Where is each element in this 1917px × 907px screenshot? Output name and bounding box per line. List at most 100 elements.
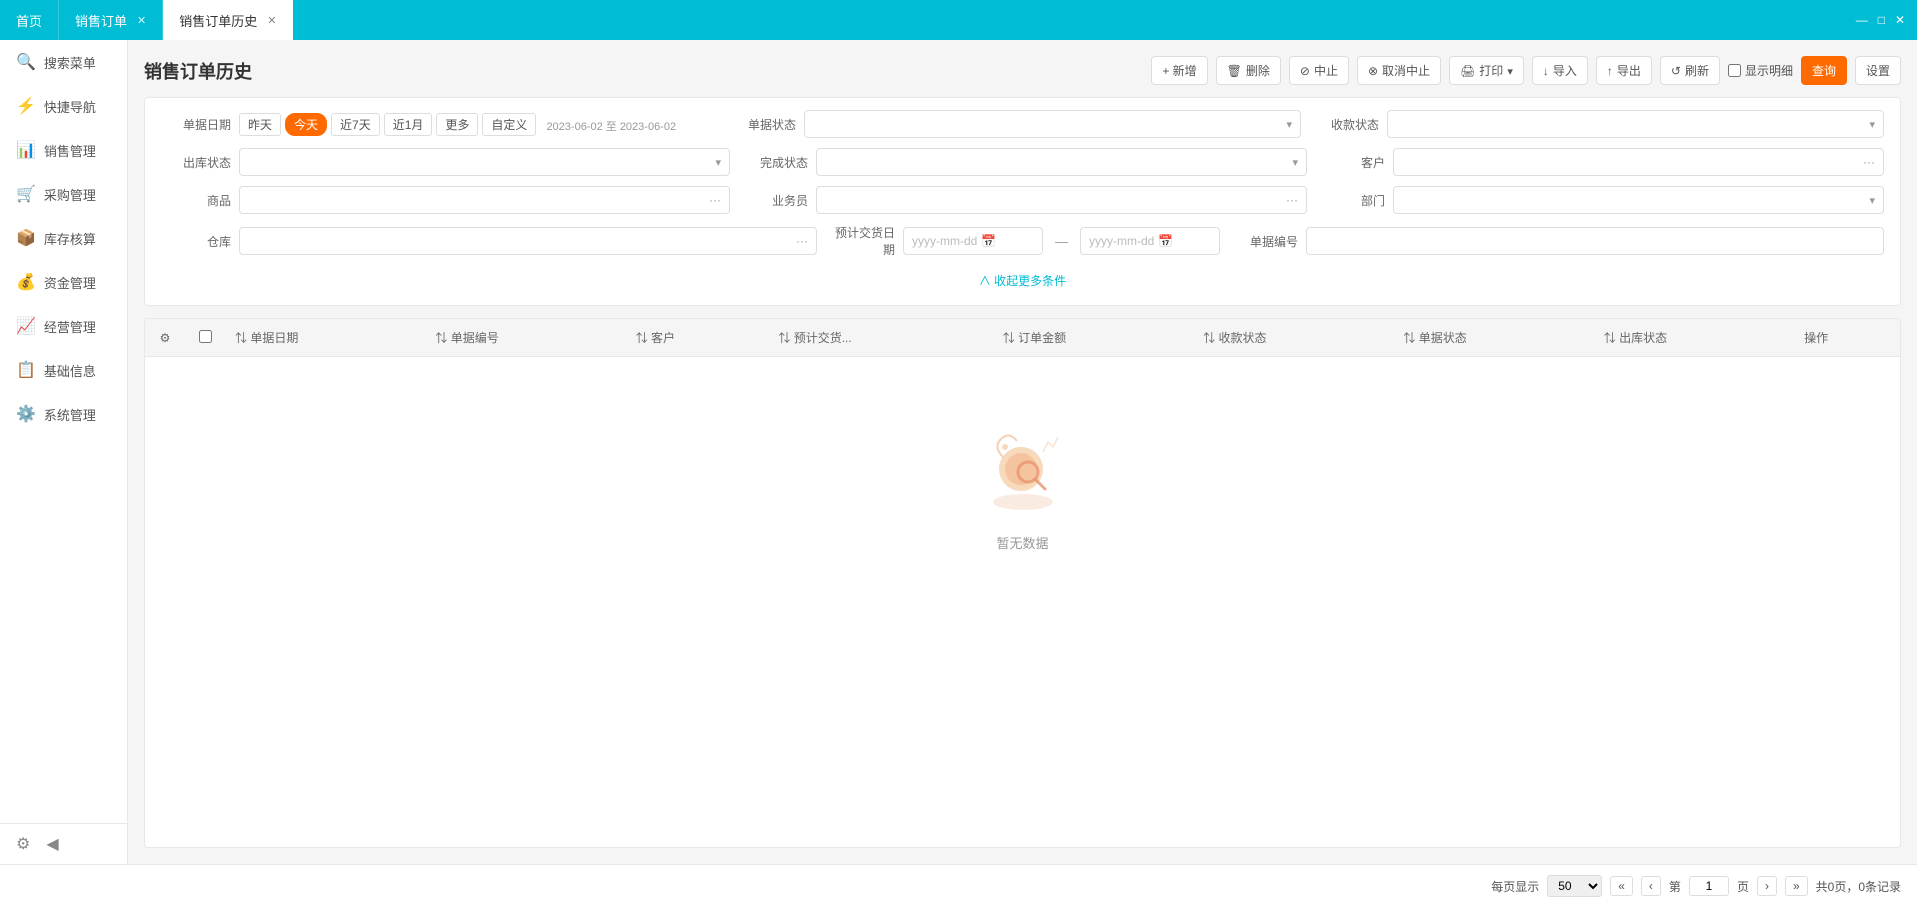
customer-ellipsis-icon: ···: [1863, 155, 1875, 169]
sort-icon-out-status[interactable]: ⇅: [1604, 331, 1616, 345]
stop-button[interactable]: ⊘ 中止: [1289, 56, 1349, 85]
sidebar-item-quick-nav[interactable]: ⚡ 快捷导航: [0, 84, 127, 128]
sort-icon-amount[interactable]: ⇅: [1003, 331, 1015, 345]
sidebar-item-basic-info[interactable]: 📋 基础信息: [0, 348, 127, 392]
stop-icon: ⊘: [1300, 64, 1310, 78]
page-header: 销售订单历史 + 新增 🗑 删除 ⊘ 中止 ⊗ 取消中止 🖨: [144, 56, 1901, 85]
sort-icon-customer[interactable]: ⇅: [636, 331, 648, 345]
print-arrow-icon: [1507, 64, 1513, 78]
sidebar-item-purchase-mgmt[interactable]: 🛒 采购管理: [0, 172, 127, 216]
select-all-checkbox[interactable]: [199, 330, 212, 343]
filter-panel: 单据日期 昨天 今天 近7天 近1月: [144, 97, 1901, 306]
page-number-input[interactable]: [1689, 876, 1729, 896]
table-settings-icon[interactable]: ⚙: [160, 331, 171, 345]
show-details-input[interactable]: [1728, 64, 1741, 77]
th-out-status: ⇅ 出库状态: [1594, 319, 1794, 357]
date-btn-7days[interactable]: 近7天: [331, 113, 380, 136]
order-status-chevron: [1286, 117, 1292, 131]
page-title: 销售订单历史: [144, 58, 252, 84]
next-page-btn[interactable]: ›: [1757, 876, 1777, 896]
filter-row-2: 出库状态 完成状态 客户 ···: [161, 148, 1884, 176]
empty-text: 暂无数据: [996, 533, 1048, 552]
product-label: 商品: [161, 192, 231, 209]
cancel-stop-button[interactable]: ⊗ 取消中止: [1357, 56, 1441, 85]
refresh-button[interactable]: ↺ 刷新: [1660, 56, 1720, 85]
delivery-date-end[interactable]: yyyy-mm-dd 📅: [1080, 227, 1220, 255]
sidebar-item-inventory[interactable]: 📦 库存核算: [0, 216, 127, 260]
export-button[interactable]: ↑ 导出: [1596, 56, 1652, 85]
salesperson-label: 业务员: [738, 192, 808, 209]
top-bar-right: — □ ✕: [1856, 0, 1917, 40]
collapse-btn[interactable]: ∧ 收起更多条件: [975, 268, 1070, 293]
sidebar-item-sales-mgmt[interactable]: 📊 销售管理: [0, 128, 127, 172]
filter-row-1: 单据日期 昨天 今天 近7天 近1月: [161, 110, 1884, 138]
tab-home[interactable]: 首页: [0, 0, 59, 40]
query-button[interactable]: 查询: [1801, 56, 1847, 85]
dept-select[interactable]: [1393, 186, 1884, 214]
customer-field[interactable]: ···: [1393, 148, 1884, 176]
table-body: 暂无数据: [145, 357, 1900, 613]
order-status-select[interactable]: [804, 110, 1301, 138]
window-maximize[interactable]: □: [1878, 13, 1885, 27]
salesperson-field[interactable]: ···: [816, 186, 1307, 214]
add-button[interactable]: + 新增: [1151, 56, 1207, 85]
content-area: 销售订单历史 + 新增 🗑 删除 ⊘ 中止 ⊗ 取消中止 🖨: [128, 40, 1917, 864]
show-details-checkbox[interactable]: 显示明细: [1728, 62, 1793, 79]
import-button[interactable]: ↓ 导入: [1532, 56, 1588, 85]
date-btn-today[interactable]: 今天: [285, 113, 327, 136]
refresh-icon: ↺: [1671, 64, 1681, 78]
dept-chevron: [1869, 193, 1875, 207]
tab-sales-order-close[interactable]: ✕: [137, 14, 146, 27]
total-label: 共0页，0条记录: [1816, 878, 1901, 895]
sidebar-collapse-icon[interactable]: ◀: [46, 834, 58, 854]
tab-sales-order-history-close[interactable]: ✕: [267, 14, 276, 27]
sidebar-item-capital[interactable]: 💰 资金管理: [0, 260, 127, 304]
last-page-btn[interactable]: »: [1785, 876, 1808, 896]
prev-page-btn[interactable]: ‹: [1641, 876, 1661, 896]
sort-icon-date[interactable]: ⇅: [235, 331, 247, 345]
customer-label: 客户: [1315, 154, 1385, 171]
th-settings[interactable]: ⚙: [145, 319, 185, 357]
sidebar-item-operations[interactable]: 📈 经营管理: [0, 304, 127, 348]
top-bar: 首页 销售订单 ✕ 销售订单历史 ✕ — □ ✕: [0, 0, 1917, 40]
page-size-select[interactable]: 50 10 20 100: [1547, 875, 1602, 897]
collapse-row: ∧ 收起更多条件: [161, 268, 1884, 293]
date-btn-more[interactable]: 更多: [436, 113, 478, 136]
order-no-input[interactable]: [1306, 227, 1884, 255]
th-order-status: ⇅ 单据状态: [1393, 319, 1593, 357]
sort-icon-no[interactable]: ⇅: [435, 331, 447, 345]
page-label-prefix: 第: [1669, 878, 1681, 895]
tab-sales-order[interactable]: 销售订单 ✕: [59, 0, 163, 40]
window-minimize[interactable]: —: [1856, 13, 1868, 27]
inventory-icon: 📦: [16, 228, 36, 248]
sort-icon-order-status[interactable]: ⇅: [1403, 331, 1415, 345]
date-btn-1month[interactable]: 近1月: [384, 113, 433, 136]
warehouse-label: 仓库: [161, 233, 231, 250]
delivery-date-start[interactable]: yyyy-mm-dd 📅: [903, 227, 1043, 255]
out-status-select[interactable]: [239, 148, 730, 176]
sidebar-item-search-menu[interactable]: 🔍 搜索菜单: [0, 40, 127, 84]
complete-status-select[interactable]: [816, 148, 1307, 176]
filter-row-3: 商品 ··· 业务员 ··· 部门: [161, 186, 1884, 214]
sidebar-settings-icon[interactable]: ⚙: [16, 834, 30, 854]
first-page-btn[interactable]: «: [1610, 876, 1633, 896]
settings-button[interactable]: 设置: [1855, 56, 1901, 85]
pay-status-select[interactable]: [1387, 110, 1884, 138]
sort-icon-delivery[interactable]: ⇅: [778, 331, 790, 345]
product-field[interactable]: ···: [239, 186, 730, 214]
product-ellipsis-icon: ···: [709, 193, 721, 207]
delete-button[interactable]: 🗑 删除: [1216, 56, 1281, 85]
date-btn-custom[interactable]: 自定义: [482, 113, 536, 136]
window-close[interactable]: ✕: [1895, 13, 1905, 27]
warehouse-field[interactable]: ···: [239, 227, 817, 255]
sort-icon-pay-status[interactable]: ⇅: [1203, 331, 1215, 345]
pay-status-label: 收款状态: [1309, 116, 1379, 133]
complete-status-label: 完成状态: [738, 154, 808, 171]
print-button[interactable]: 🖨 打印: [1449, 56, 1524, 85]
date-btn-yesterday[interactable]: 昨天: [239, 113, 281, 136]
th-checkbox[interactable]: [185, 319, 225, 357]
sidebar-item-sys-mgmt[interactable]: ⚙️ 系统管理: [0, 392, 127, 436]
dept-label: 部门: [1315, 192, 1385, 209]
cancel-stop-icon: ⊗: [1368, 64, 1378, 78]
tab-sales-order-history[interactable]: 销售订单历史 ✕: [163, 0, 293, 40]
